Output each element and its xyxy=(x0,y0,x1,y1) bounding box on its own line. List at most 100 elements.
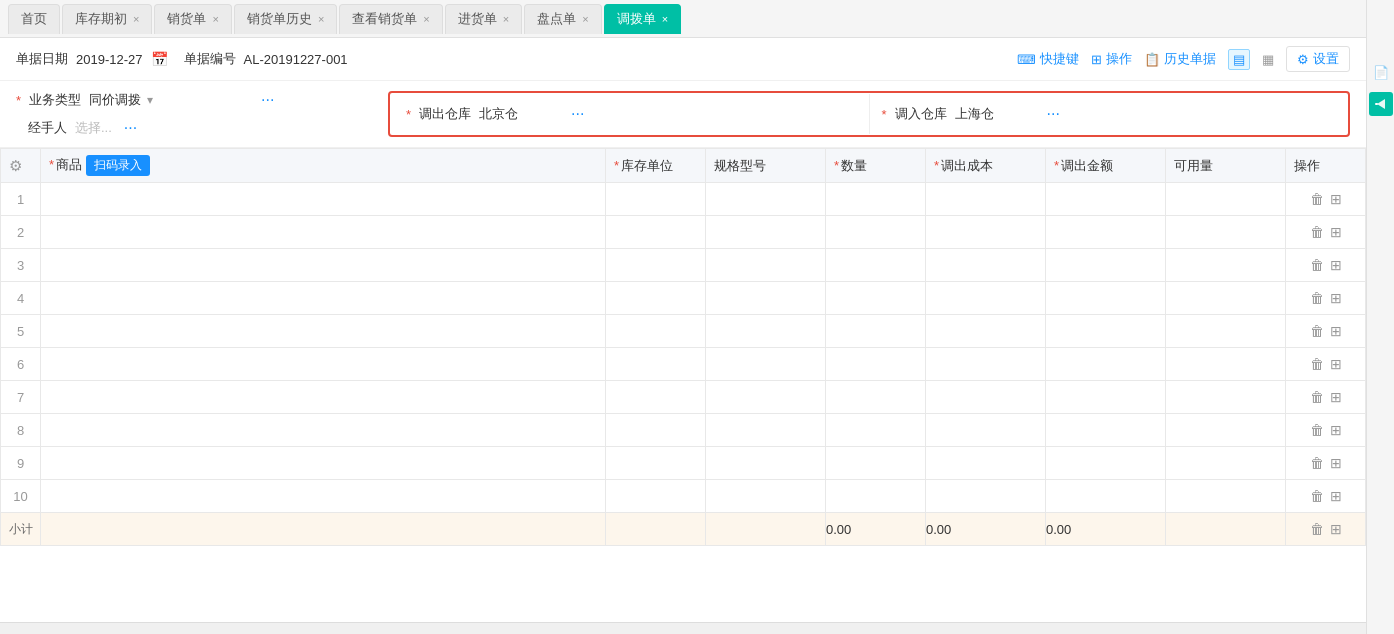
tab-sales-history[interactable]: 销货单历史 × xyxy=(234,4,337,34)
cell-unit[interactable] xyxy=(606,315,706,348)
cell-qty[interactable] xyxy=(826,480,926,513)
sidebar-share-icon[interactable] xyxy=(1369,92,1393,116)
close-icon[interactable]: × xyxy=(503,13,509,25)
cell-amount[interactable] xyxy=(1046,381,1166,414)
cell-cost[interactable] xyxy=(926,249,1046,282)
cell-spec[interactable] xyxy=(706,282,826,315)
copy-icon[interactable]: ⊞ xyxy=(1330,191,1342,207)
close-icon[interactable]: × xyxy=(423,13,429,25)
layout1-icon[interactable]: ▤ xyxy=(1228,49,1250,70)
tab-inventory-init[interactable]: 库存期初 × xyxy=(62,4,152,34)
out-warehouse-more-btn[interactable]: ··· xyxy=(567,105,588,123)
cell-cost[interactable] xyxy=(926,447,1046,480)
scan-button[interactable]: 扫码录入 xyxy=(86,155,150,176)
copy-icon[interactable]: ⊞ xyxy=(1330,488,1342,504)
operations-btn[interactable]: ⊞ 操作 xyxy=(1091,50,1132,68)
shortcut-btn[interactable]: ⌨ 快捷键 xyxy=(1017,50,1079,68)
cell-qty[interactable] xyxy=(826,282,926,315)
out-warehouse-value[interactable]: 北京仓 xyxy=(479,105,559,123)
cell-amount[interactable] xyxy=(1046,282,1166,315)
copy-icon[interactable]: ⊞ xyxy=(1330,224,1342,240)
close-icon[interactable]: × xyxy=(133,13,139,25)
th-gear[interactable]: ⚙ xyxy=(1,149,41,183)
history-btn[interactable]: 📋 历史单据 xyxy=(1144,50,1216,68)
handler-input[interactable]: 选择... xyxy=(75,119,112,137)
in-warehouse-value[interactable]: 上海仓 xyxy=(955,105,1035,123)
cell-product[interactable] xyxy=(41,348,606,381)
delete-icon[interactable]: 🗑 xyxy=(1310,389,1324,405)
cell-spec[interactable] xyxy=(706,315,826,348)
tab-view-sales[interactable]: 查看销货单 × xyxy=(339,4,442,34)
cell-unit[interactable] xyxy=(606,348,706,381)
close-icon[interactable]: × xyxy=(582,13,588,25)
delete-icon[interactable]: 🗑 xyxy=(1310,356,1324,372)
cell-spec[interactable] xyxy=(706,348,826,381)
calendar-icon[interactable]: 📅 xyxy=(151,51,168,67)
delete-icon[interactable]: 🗑 xyxy=(1310,488,1324,504)
cell-unit[interactable] xyxy=(606,249,706,282)
cell-cost[interactable] xyxy=(926,216,1046,249)
cell-unit[interactable] xyxy=(606,216,706,249)
cell-unit[interactable] xyxy=(606,381,706,414)
tab-sales-order[interactable]: 销货单 × xyxy=(154,4,231,34)
cell-unit[interactable] xyxy=(606,282,706,315)
cell-product[interactable] xyxy=(41,414,606,447)
cell-product[interactable] xyxy=(41,282,606,315)
cell-amount[interactable] xyxy=(1046,249,1166,282)
delete-icon[interactable]: 🗑 xyxy=(1310,290,1324,306)
cell-qty[interactable] xyxy=(826,183,926,216)
cell-cost[interactable] xyxy=(926,381,1046,414)
cell-spec[interactable] xyxy=(706,447,826,480)
delete-icon[interactable]: 🗑 xyxy=(1310,521,1324,537)
cell-cost[interactable] xyxy=(926,183,1046,216)
cell-unit[interactable] xyxy=(606,480,706,513)
cell-qty[interactable] xyxy=(826,381,926,414)
cell-unit[interactable] xyxy=(606,447,706,480)
cell-amount[interactable] xyxy=(1046,183,1166,216)
settings-button[interactable]: ⚙ 设置 xyxy=(1286,46,1350,72)
cell-qty[interactable] xyxy=(826,249,926,282)
delete-icon[interactable]: 🗑 xyxy=(1310,257,1324,273)
cell-product[interactable] xyxy=(41,216,606,249)
cell-spec[interactable] xyxy=(706,216,826,249)
tab-home[interactable]: 首页 xyxy=(8,4,60,34)
cell-cost[interactable] xyxy=(926,282,1046,315)
layout2-icon[interactable]: ▦ xyxy=(1262,52,1274,67)
sidebar-doc-icon[interactable]: 📄 xyxy=(1369,60,1393,84)
business-type-select[interactable]: 同价调拨 ▾ xyxy=(89,91,249,109)
gear-icon[interactable]: ⚙ xyxy=(9,157,22,174)
copy-icon[interactable]: ⊞ xyxy=(1330,290,1342,306)
cell-product[interactable] xyxy=(41,480,606,513)
cell-spec[interactable] xyxy=(706,183,826,216)
cell-qty[interactable] xyxy=(826,348,926,381)
cell-amount[interactable] xyxy=(1046,216,1166,249)
cell-cost[interactable] xyxy=(926,414,1046,447)
tab-stocktake[interactable]: 盘点单 × xyxy=(524,4,601,34)
copy-icon[interactable]: ⊞ xyxy=(1330,455,1342,471)
copy-icon[interactable]: ⊞ xyxy=(1330,356,1342,372)
cell-amount[interactable] xyxy=(1046,447,1166,480)
close-icon[interactable]: × xyxy=(212,13,218,25)
cell-spec[interactable] xyxy=(706,414,826,447)
scroll-area[interactable] xyxy=(0,622,1366,634)
cell-spec[interactable] xyxy=(706,381,826,414)
cell-product[interactable] xyxy=(41,315,606,348)
cell-qty[interactable] xyxy=(826,315,926,348)
copy-icon[interactable]: ⊞ xyxy=(1330,323,1342,339)
cell-cost[interactable] xyxy=(926,348,1046,381)
copy-icon[interactable]: ⊞ xyxy=(1330,422,1342,438)
handler-more-btn[interactable]: ··· xyxy=(120,119,141,137)
cell-spec[interactable] xyxy=(706,480,826,513)
cell-qty[interactable] xyxy=(826,414,926,447)
cell-qty[interactable] xyxy=(826,447,926,480)
copy-icon[interactable]: ⊞ xyxy=(1330,389,1342,405)
copy-icon[interactable]: ⊞ xyxy=(1330,521,1342,537)
business-type-more-btn[interactable]: ··· xyxy=(257,91,278,109)
cell-amount[interactable] xyxy=(1046,315,1166,348)
cell-cost[interactable] xyxy=(926,315,1046,348)
cell-cost[interactable] xyxy=(926,480,1046,513)
cell-product[interactable] xyxy=(41,249,606,282)
delete-icon[interactable]: 🗑 xyxy=(1310,455,1324,471)
cell-unit[interactable] xyxy=(606,183,706,216)
cell-amount[interactable] xyxy=(1046,414,1166,447)
